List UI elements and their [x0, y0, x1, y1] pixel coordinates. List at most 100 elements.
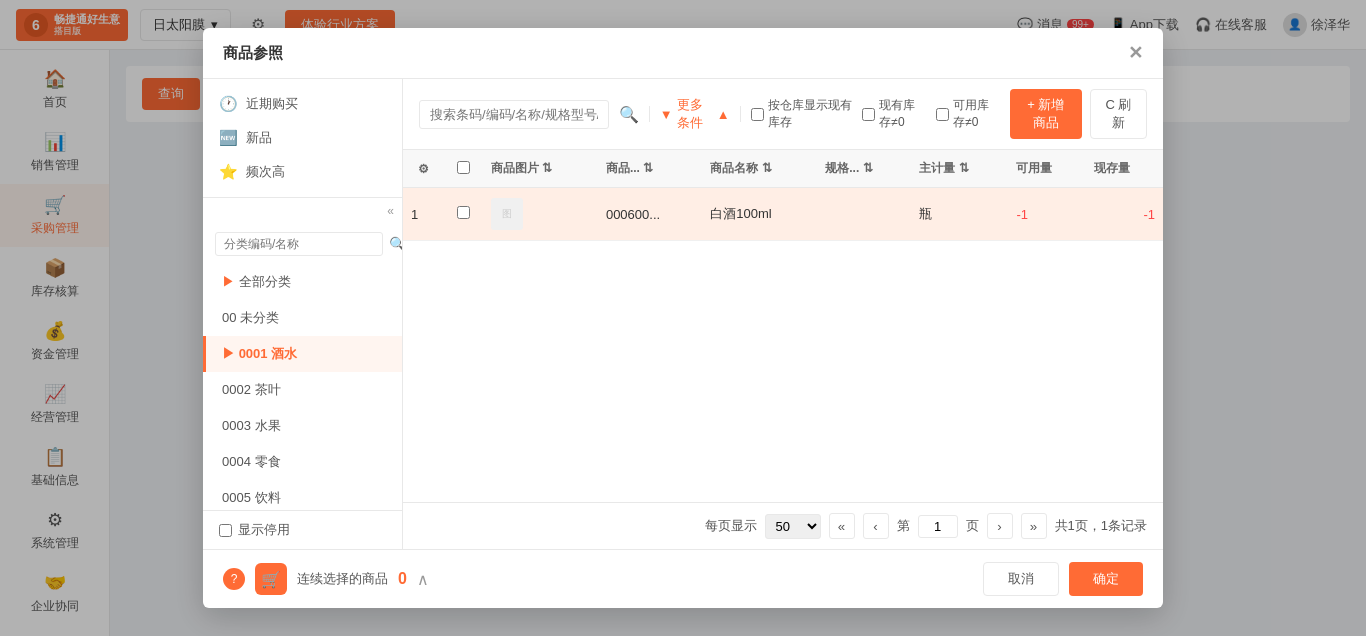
refresh-btn[interactable]: C 刷新 — [1090, 89, 1147, 139]
page-size-label: 每页显示 — [705, 517, 757, 535]
collapse-footer-icon[interactable]: ∧ — [417, 570, 429, 589]
first-page-btn[interactable]: « — [829, 513, 855, 539]
cell-spec — [817, 188, 911, 241]
show-disabled-row: 显示停用 — [203, 510, 402, 549]
new-icon: 🆕 — [219, 129, 238, 147]
cell-available: -1 — [1008, 188, 1085, 241]
checkbox-available[interactable]: 可用库存≠0 — [936, 97, 1000, 131]
checkbox-stock-input[interactable] — [862, 108, 875, 121]
col-img-label: 商品图片 — [491, 161, 539, 175]
checkbox-available-input[interactable] — [936, 108, 949, 121]
category-item-tea[interactable]: 0002 茶叶 — [203, 372, 402, 408]
filter-divider2 — [740, 106, 741, 122]
category-item-uncategorized[interactable]: 00 未分类 — [203, 300, 402, 336]
category-item-snack[interactable]: 0004 零食 — [203, 444, 402, 480]
col-stock-label: 现存量 — [1094, 161, 1130, 175]
action-btns: + 新增商品 C 刷新 — [1010, 89, 1147, 139]
modal-header: 商品参照 ✕ — [203, 28, 1163, 79]
quick-item-recent-label: 近期购买 — [246, 95, 298, 113]
modal-body: 🕐 近期购买 🆕 新品 ⭐ 频次高 « 🔍 — [203, 79, 1163, 549]
pagination: 每页显示 50 10 20 100 « ‹ 第 页 › » 共1页，1条记录 — [403, 502, 1163, 549]
category-search-row: 🔍 — [203, 224, 402, 264]
left-panel: 🕐 近期购买 🆕 新品 ⭐ 频次高 « 🔍 — [203, 79, 403, 549]
row-checkbox[interactable] — [457, 206, 470, 219]
checkbox-available-label: 可用库存≠0 — [953, 97, 1000, 131]
quick-item-recent[interactable]: 🕐 近期购买 — [203, 87, 402, 121]
help-icon[interactable]: ? — [223, 568, 245, 590]
col-unit[interactable]: 主计量 ⇅ — [911, 150, 1008, 188]
product-reference-modal: 商品参照 ✕ 🕐 近期购买 🆕 新品 ⭐ 频次高 — [203, 28, 1163, 608]
page-input[interactable] — [918, 515, 958, 538]
cell-checkbox[interactable] — [443, 188, 483, 241]
star-icon: ⭐ — [219, 163, 238, 181]
checkbox-warehouse-label: 按仓库显示现有库存 — [768, 97, 853, 131]
collapse-btn[interactable]: « — [203, 198, 402, 224]
page-size-select[interactable]: 50 10 20 100 — [765, 514, 821, 539]
col-name-label: 商品名称 — [710, 161, 758, 175]
checkbox-stock[interactable]: 现有库存≠0 — [862, 97, 926, 131]
footer-btns: 取消 确定 — [983, 562, 1143, 596]
col-settings[interactable]: ⚙ — [403, 150, 443, 188]
filter-btn[interactable]: ▼ 更多条件 ▲ — [660, 96, 730, 132]
col-code-label: 商品... — [606, 161, 640, 175]
cell-unit: 瓶 — [911, 188, 1008, 241]
select-all-checkbox[interactable] — [457, 161, 470, 174]
checkbox-warehouse-input[interactable] — [751, 108, 764, 121]
col-img[interactable]: 商品图片 ⇅ — [483, 150, 598, 188]
category-item-fruit[interactable]: 0003 水果 — [203, 408, 402, 444]
modal-title: 商品参照 — [223, 44, 283, 63]
quick-item-new[interactable]: 🆕 新品 — [203, 121, 402, 155]
col-available: 可用量 — [1008, 150, 1085, 188]
col-stock: 现存量 — [1086, 150, 1163, 188]
filter-arrow-icon: ▲ — [717, 107, 730, 122]
category-item-drinks[interactable]: 0005 饮料 — [203, 480, 402, 510]
product-img: 图 — [491, 198, 523, 230]
col-spec-label: 规格... — [825, 161, 859, 175]
product-search-icon[interactable]: 🔍 — [619, 105, 639, 124]
quick-item-new-label: 新品 — [246, 129, 272, 147]
page-label: 第 — [897, 517, 910, 535]
cancel-btn[interactable]: 取消 — [983, 562, 1059, 596]
next-page-btn[interactable]: › — [987, 513, 1013, 539]
product-search-input[interactable] — [419, 100, 609, 129]
filter-icon: ▼ — [660, 107, 673, 122]
cell-seq: 1 — [403, 188, 443, 241]
col-spec[interactable]: 规格... ⇅ — [817, 150, 911, 188]
add-product-btn[interactable]: + 新增商品 — [1010, 89, 1082, 139]
cell-stock: -1 — [1086, 188, 1163, 241]
confirm-btn[interactable]: 确定 — [1069, 562, 1143, 596]
col-code[interactable]: 商品... ⇅ — [598, 150, 702, 188]
clock-icon: 🕐 — [219, 95, 238, 113]
total-info: 共1页，1条记录 — [1055, 517, 1147, 535]
right-panel: 🔍 ▼ 更多条件 ▲ 按仓库显示现有库存 现有库存≠0 — [403, 79, 1163, 549]
cell-code: 000600... — [598, 188, 702, 241]
quick-item-frequent-label: 频次高 — [246, 163, 285, 181]
category-item-all[interactable]: 全部分类 — [203, 264, 402, 300]
category-search-input[interactable] — [215, 232, 383, 256]
quick-item-frequent[interactable]: ⭐ 频次高 — [203, 155, 402, 189]
col-unit-label: 主计量 — [919, 161, 955, 175]
checkbox-warehouse[interactable]: 按仓库显示现有库存 — [751, 97, 853, 131]
col-checkbox — [443, 150, 483, 188]
product-table: ⚙ 商品图片 ⇅ 商品... ⇅ 商品名称 ⇅ 规格... ⇅ 主计量 ⇅ 可用… — [403, 150, 1163, 241]
cell-name: 白酒100ml — [702, 188, 817, 241]
filter-label: 更多条件 — [677, 96, 713, 132]
last-page-btn[interactable]: » — [1021, 513, 1047, 539]
collapse-icon: « — [387, 204, 394, 218]
show-disabled-checkbox[interactable] — [219, 524, 232, 537]
cell-img: 图 — [483, 188, 598, 241]
checkbox-stock-label: 现有库存≠0 — [879, 97, 926, 131]
table-row[interactable]: 1 图 000600... 白酒100ml 瓶 -1 -1 — [403, 188, 1163, 241]
quick-items: 🕐 近期购买 🆕 新品 ⭐ 频次高 — [203, 79, 402, 198]
col-name[interactable]: 商品名称 ⇅ — [702, 150, 817, 188]
category-list: 全部分类 00 未分类 0001 酒水 0002 茶叶 0003 水果 0004… — [203, 264, 402, 510]
modal-close-btn[interactable]: ✕ — [1128, 42, 1143, 64]
selected-label: 连续选择的商品 — [297, 570, 388, 588]
show-disabled-label: 显示停用 — [238, 521, 290, 539]
table-container: ⚙ 商品图片 ⇅ 商品... ⇅ 商品名称 ⇅ 规格... ⇅ 主计量 ⇅ 可用… — [403, 150, 1163, 502]
selected-count: 0 — [398, 570, 407, 588]
category-search-btn[interactable]: 🔍 — [389, 236, 403, 252]
cart-icon[interactable]: 🛒 — [255, 563, 287, 595]
category-item-alcohol[interactable]: 0001 酒水 — [203, 336, 402, 372]
prev-page-btn[interactable]: ‹ — [863, 513, 889, 539]
